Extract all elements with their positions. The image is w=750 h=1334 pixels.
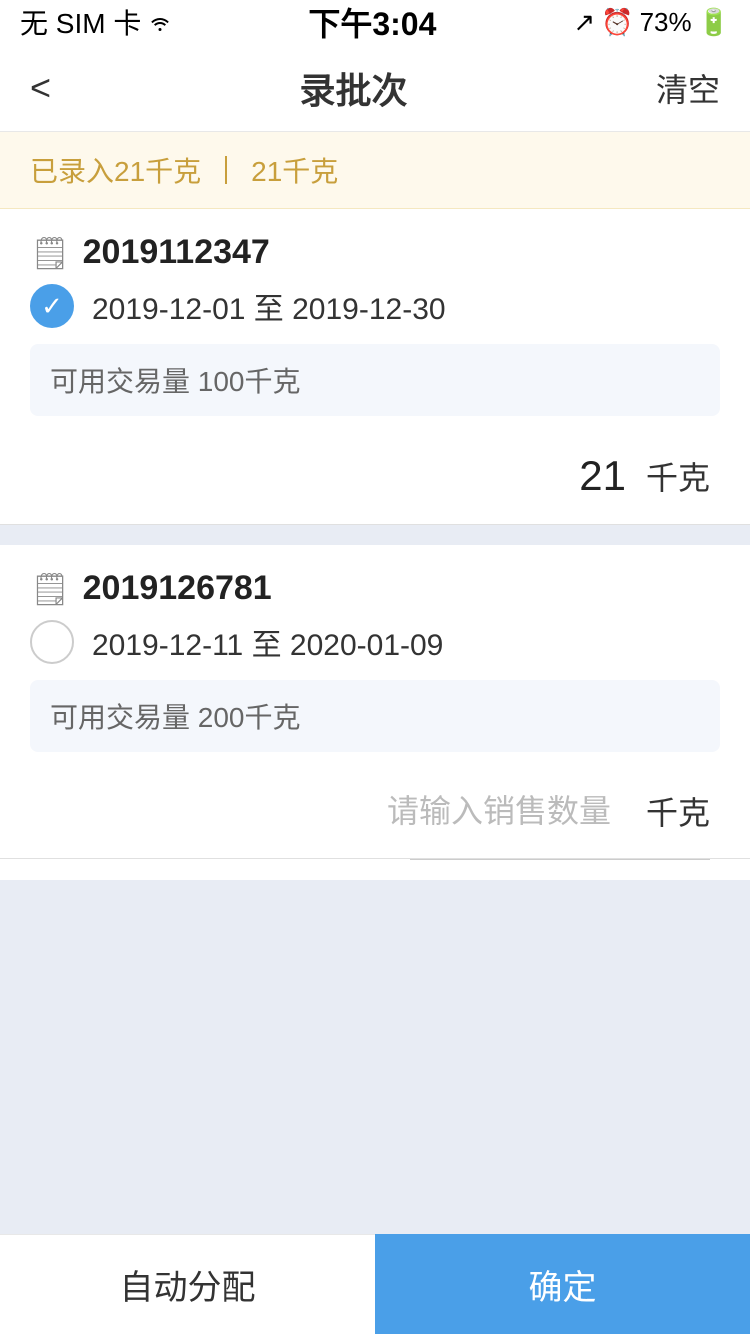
quantity-input-2[interactable] xyxy=(326,793,626,830)
alarm-icon: ⏰ xyxy=(601,7,633,38)
status-left: 无 SIM 卡 xyxy=(20,2,171,42)
batch-date-row-1[interactable]: ✓ 2019-12-01 至 2019-12-30 xyxy=(0,284,750,344)
summary-label: 已录入21千克 xyxy=(30,150,201,190)
card-bottom-space-2 xyxy=(0,860,750,880)
batch-available-1: 可用交易量 100千克 xyxy=(30,344,720,416)
clear-button[interactable]: 清空 xyxy=(656,65,720,111)
quantity-value-1[interactable]: 21 xyxy=(579,452,626,500)
carrier-text: 无 SIM 卡 xyxy=(20,2,141,42)
nav-bar: < 录批次 清空 xyxy=(0,44,750,132)
bottom-bar: 自动分配 确定 xyxy=(0,1234,750,1334)
location-icon: ↗ xyxy=(573,7,595,38)
quantity-unit-2: 千克 xyxy=(646,788,710,834)
separator-1 xyxy=(0,525,750,545)
page-title: 录批次 xyxy=(300,62,408,114)
checkbox-1[interactable]: ✓ xyxy=(30,284,74,328)
doc-icon-2: 🗒 xyxy=(30,570,71,608)
summary-bar: 已录入21千克 21千克 xyxy=(0,132,750,209)
main-content: 🗒 2019112347 ✓ 2019-12-01 至 2019-12-30 可… xyxy=(0,209,750,1311)
status-bar: 无 SIM 卡 下午3:04 ↗ ⏰ 73% 🔋 xyxy=(0,0,750,44)
batch-available-2: 可用交易量 200千克 xyxy=(30,680,720,752)
battery-text: 73% xyxy=(640,7,692,38)
checkmark-1: ✓ xyxy=(41,293,63,319)
batch-card-1: 🗒 2019112347 ✓ 2019-12-01 至 2019-12-30 可… xyxy=(0,209,750,525)
battery-icon: 🔋 xyxy=(698,7,730,38)
batch-card-2: 🗒 2019126781 2019-12-11 至 2020-01-09 可用交… xyxy=(0,545,750,880)
batch-header-2: 🗒 2019126781 xyxy=(0,545,750,620)
status-right: ↗ ⏰ 73% 🔋 xyxy=(573,7,730,38)
checkbox-2[interactable] xyxy=(30,620,74,664)
status-time: 下午3:04 xyxy=(171,0,573,45)
batch-header-1: 🗒 2019112347 xyxy=(0,209,750,284)
doc-icon-1: 🗒 xyxy=(30,234,71,272)
summary-value: 21千克 xyxy=(251,150,338,190)
batch-date-row-2[interactable]: 2019-12-11 至 2020-01-09 xyxy=(0,620,750,680)
batch-id-2: 2019126781 xyxy=(83,569,272,608)
quantity-row-1: 21 千克 xyxy=(0,432,750,525)
quantity-input-row-2[interactable]: 千克 xyxy=(0,768,750,859)
back-button[interactable]: < xyxy=(30,70,51,106)
batch-date-1: 2019-12-01 至 2019-12-30 xyxy=(92,284,446,328)
auto-distribute-button[interactable]: 自动分配 xyxy=(0,1234,375,1334)
confirm-button[interactable]: 确定 xyxy=(375,1234,750,1334)
quantity-unit-1: 千克 xyxy=(646,453,710,499)
wifi-icon xyxy=(149,6,171,38)
batch-date-2: 2019-12-11 至 2020-01-09 xyxy=(92,620,443,664)
batch-id-1: 2019112347 xyxy=(83,233,270,272)
summary-divider xyxy=(225,156,227,184)
